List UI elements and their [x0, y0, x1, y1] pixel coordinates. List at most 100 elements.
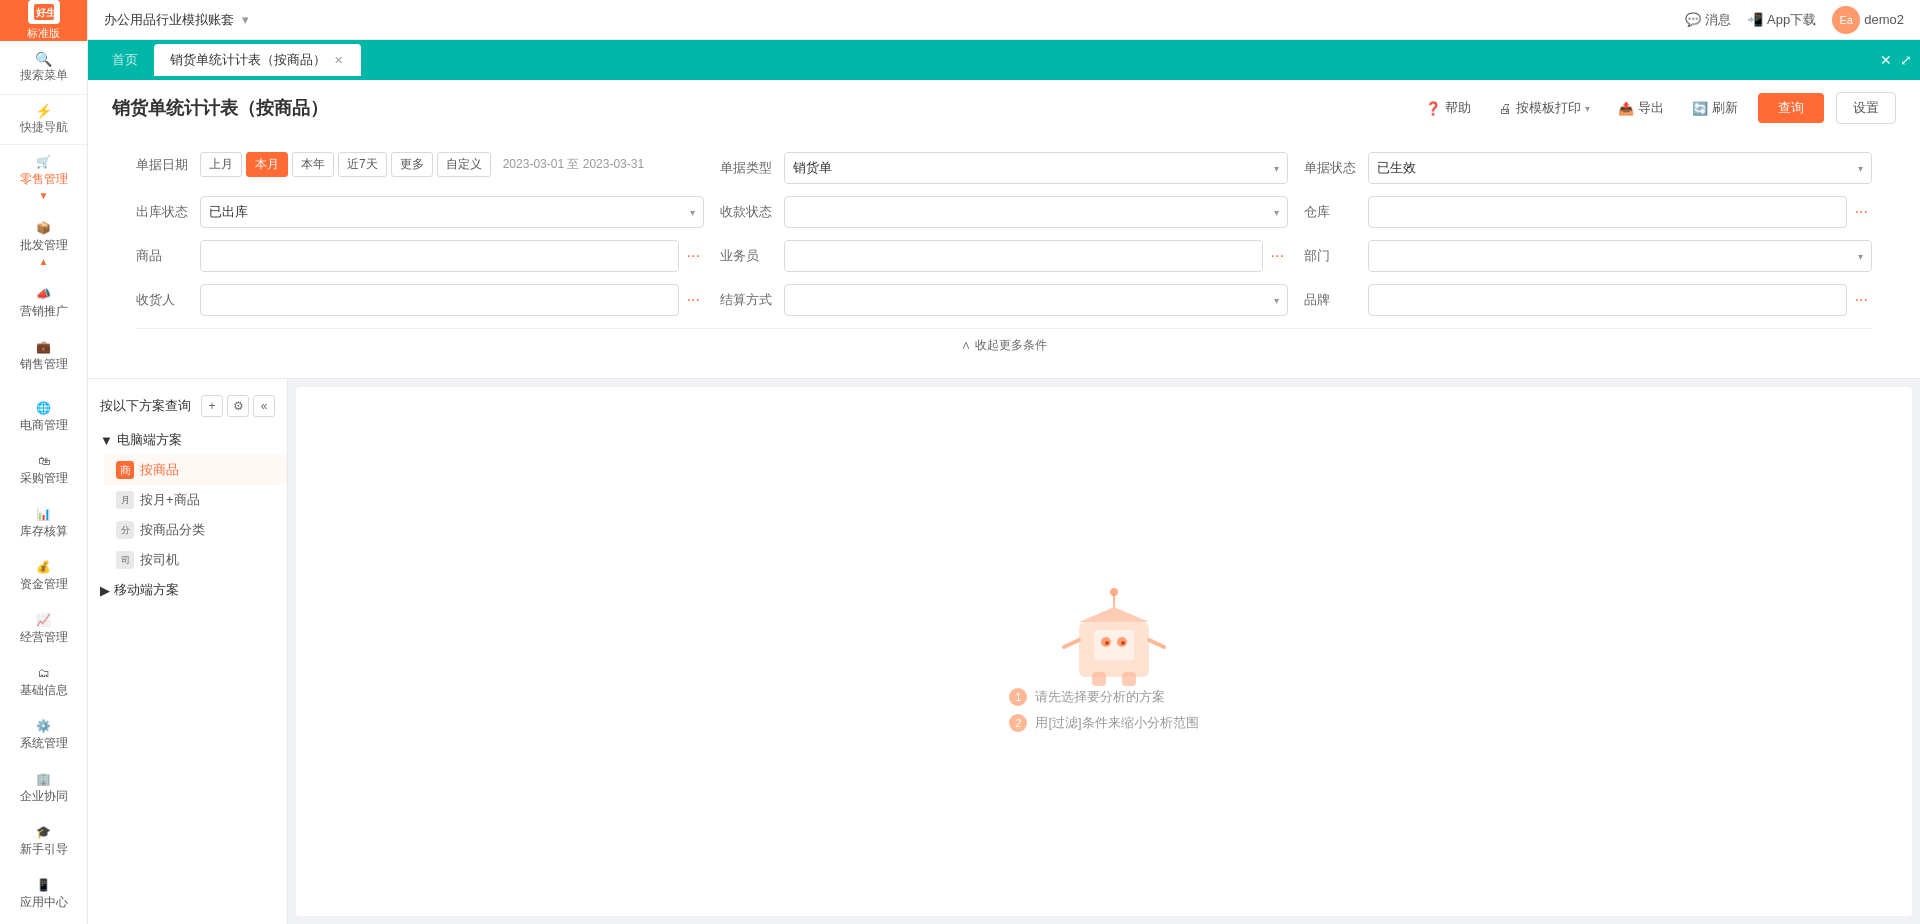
month-goods-label: 按月+商品: [140, 491, 200, 509]
tree-mobile-section[interactable]: ▶ 移动端方案: [88, 575, 287, 605]
username: demo2: [1864, 12, 1904, 27]
tab-bar: 首页 销货单统计计表（按商品） ✕ ✕ ⤢: [88, 40, 1920, 80]
settings-scheme-btn[interactable]: ⚙: [227, 395, 249, 417]
type-select[interactable]: 销货单 ▾: [784, 152, 1288, 184]
tree-item-by-goods[interactable]: 商 按商品: [104, 455, 287, 485]
settlement-select[interactable]: ▾: [784, 284, 1288, 316]
download-icon: 📲: [1747, 12, 1763, 27]
tree-item-by-month-goods[interactable]: 月 按月+商品: [104, 485, 287, 515]
settlement-control: ▾: [784, 284, 1288, 316]
sidebar-item-finance[interactable]: 💰 资金管理: [0, 550, 87, 603]
operations-icon: 📈: [36, 613, 51, 627]
month-goods-icon: 月: [116, 491, 134, 509]
receiver-input[interactable]: [200, 284, 679, 316]
sidebar-item-system[interactable]: ⚙️ 系统管理: [0, 709, 87, 762]
help-btn[interactable]: ❓ 帮助: [1417, 95, 1479, 121]
date-range-text: 2023-03-01 至 2023-03-31: [503, 156, 644, 173]
tree-pc-children: 商 按商品 月 按月+商品 分 按商品分类 司 按司机: [88, 455, 287, 575]
tree-pc-section[interactable]: ▼ 电脑端方案: [88, 425, 287, 455]
filter-outstock: 出库状态 已出库 ▾: [136, 196, 704, 228]
message-label: 消息: [1705, 11, 1731, 29]
salesman-input[interactable]: [784, 240, 1263, 272]
empty-illustration: [1054, 572, 1154, 672]
refresh-btn[interactable]: 🔄 刷新: [1684, 95, 1746, 121]
guide-label: 新手引导: [20, 841, 68, 858]
basic-icon: 🗂: [38, 666, 50, 680]
tree-expand-icon: ▼: [100, 433, 113, 448]
year-btn[interactable]: 本年: [292, 152, 334, 177]
tree-item-by-goods-cat[interactable]: 分 按商品分类: [104, 515, 287, 545]
tab-close-window-icon[interactable]: ✕: [1880, 52, 1892, 68]
more-btn[interactable]: 更多: [391, 152, 433, 177]
brand-more[interactable]: ···: [1851, 291, 1872, 309]
goods-input[interactable]: [200, 240, 679, 272]
empty-tip-2: 2 用[过滤]条件来缩小分析范围: [1009, 714, 1198, 732]
custom-btn[interactable]: 自定义: [437, 152, 491, 177]
curr-month-btn[interactable]: 本月: [246, 152, 288, 177]
print-label: 按模板打印: [1516, 99, 1581, 117]
add-scheme-btn[interactable]: +: [201, 395, 223, 417]
inventory-icon: 📊: [36, 507, 51, 521]
goods-more[interactable]: ···: [683, 247, 704, 265]
warehouse-input[interactable]: [1368, 196, 1847, 228]
purchase-label: 采购管理: [20, 470, 68, 487]
print-arrow: ▾: [1585, 103, 1590, 114]
filter-row-4: 收货人 ··· 结算方式 ▾: [136, 284, 1872, 316]
tab-close-btn[interactable]: ✕: [332, 52, 345, 69]
sidebar-item-inventory[interactable]: 📊 库存核算: [0, 497, 87, 550]
sidebar-item-wholesale[interactable]: 📦 批发管理 ▲: [0, 211, 87, 277]
tree-item-by-cashier[interactable]: 司 按司机: [104, 545, 287, 575]
status-select[interactable]: 已生效 ▾: [1368, 152, 1872, 184]
receipt-select[interactable]: ▾: [784, 196, 1288, 228]
tab-home[interactable]: 首页: [96, 44, 154, 76]
message-btn[interactable]: 💬 消息: [1685, 11, 1731, 29]
print-btn[interactable]: 🖨 按模板打印 ▾: [1491, 95, 1598, 121]
tab-sales-stats-label: 销货单统计计表（按商品）: [170, 51, 326, 69]
tab-sales-stats[interactable]: 销货单统计计表（按商品） ✕: [154, 44, 361, 76]
collapse-btn[interactable]: ∧ 收起更多条件: [136, 328, 1872, 362]
collapse-panel-btn[interactable]: «: [253, 395, 275, 417]
sidebar-item-marketing[interactable]: 📣 营销推广: [0, 277, 87, 330]
receiver-more[interactable]: ···: [683, 291, 704, 309]
outstock-select[interactable]: 已出库 ▾: [200, 196, 704, 228]
warehouse-more[interactable]: ···: [1851, 203, 1872, 221]
search-menu-item[interactable]: 🔍 搜索菜单: [0, 41, 87, 95]
query-btn[interactable]: 查询: [1758, 93, 1824, 123]
sidebar-item-basic[interactable]: 🗂 基础信息: [0, 656, 87, 709]
help-icon: ❓: [1425, 101, 1441, 116]
marketing-icon: 📣: [36, 287, 51, 301]
svg-rect-14: [1122, 672, 1136, 686]
sidebar-item-retail[interactable]: 🛒 零售管理 ▼: [0, 145, 87, 211]
quick-nav-item[interactable]: ⚡ 快捷导航: [0, 95, 87, 145]
user-menu[interactable]: Ea demo2: [1832, 6, 1904, 34]
sidebar-item-purchase[interactable]: 🛍 采购管理: [0, 444, 87, 497]
header-actions: 💬 消息 📲 App下载 Ea demo2: [1685, 6, 1904, 34]
svg-point-7: [1105, 641, 1109, 645]
export-btn[interactable]: 📤 导出: [1610, 95, 1672, 121]
page-title: 销货单统计计表（按商品）: [112, 96, 328, 120]
salesman-more[interactable]: ···: [1267, 247, 1288, 265]
left-panel-title: 按以下方案查询: [100, 397, 191, 415]
sidebar-item-sales[interactable]: 💼 销售管理: [0, 330, 87, 383]
brand-input[interactable]: [1368, 284, 1847, 316]
sidebar-item-apps[interactable]: 📱 应用中心: [0, 868, 87, 921]
system-label: 系统管理: [20, 735, 68, 752]
apps-label: 应用中心: [20, 894, 68, 911]
prev-month-btn[interactable]: 上月: [200, 152, 242, 177]
refresh-icon: 🔄: [1692, 101, 1708, 116]
add-icon: +: [208, 399, 215, 413]
cashier-icon: 司: [116, 551, 134, 569]
sidebar-item-enterprise[interactable]: 🏢 企业协同: [0, 762, 87, 815]
dept-select[interactable]: ▾: [1368, 240, 1872, 272]
sidebar-item-guide[interactable]: 🎓 新手引导: [0, 815, 87, 868]
apps-icon: 📱: [36, 878, 51, 892]
receipt-arrow: ▾: [1274, 207, 1279, 218]
tab-expand-icon[interactable]: ⤢: [1900, 52, 1912, 68]
settings-btn[interactable]: 设置: [1836, 92, 1896, 124]
svg-line-12: [1149, 640, 1164, 647]
sidebar-item-ecommerce[interactable]: 🌐 电商管理: [0, 391, 87, 444]
outstock-label: 出库状态: [136, 203, 192, 221]
app-download-btn[interactable]: 📲 App下载: [1747, 11, 1816, 29]
7days-btn[interactable]: 近7天: [338, 152, 387, 177]
sidebar-item-operations[interactable]: 📈 经营管理: [0, 603, 87, 656]
